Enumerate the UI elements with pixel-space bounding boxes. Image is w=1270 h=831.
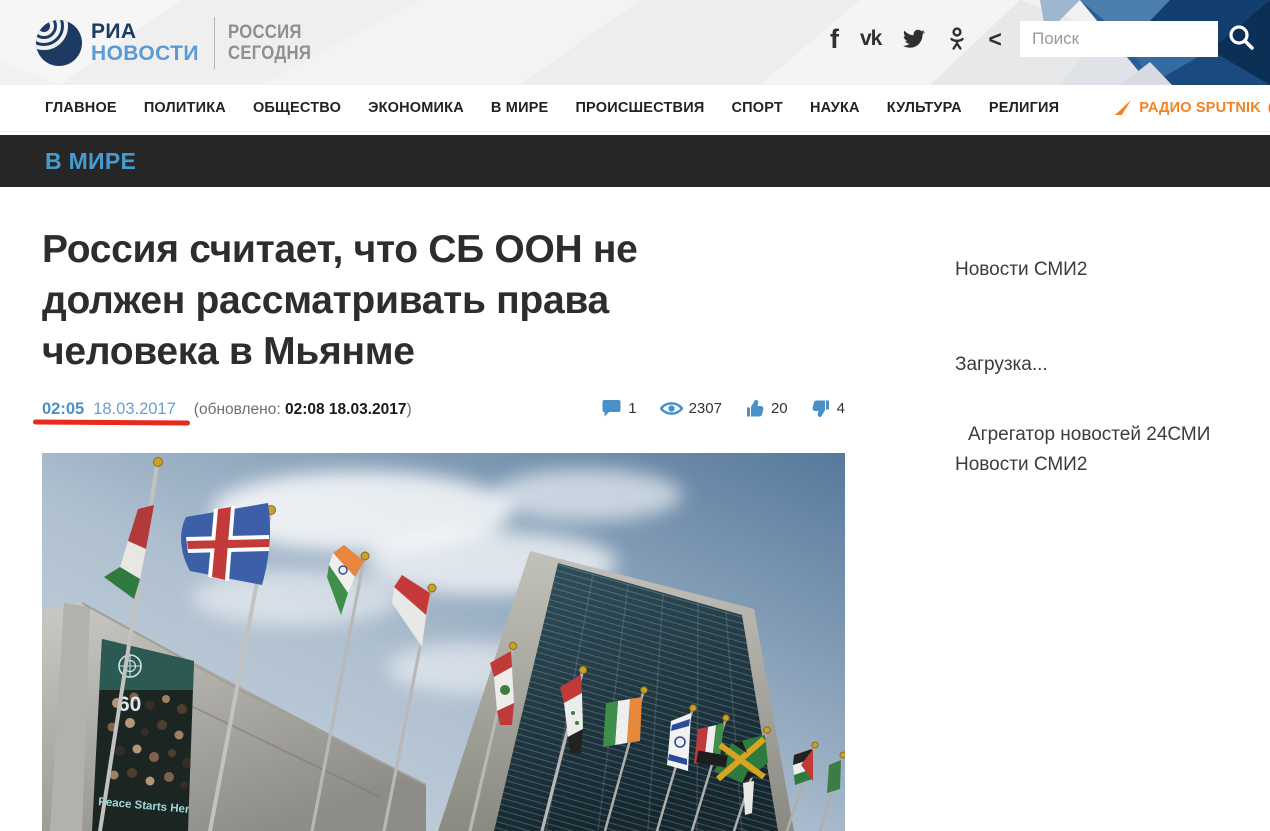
logo-novosti: НОВОСТИ	[91, 42, 199, 65]
dislikes-count: 4	[836, 400, 845, 417]
comments-count: 1	[628, 400, 637, 417]
flag-jordan	[793, 749, 813, 785]
title-line-1: Россия считает, что СБ ООН не	[42, 228, 638, 271]
thumb-up-icon	[746, 400, 764, 417]
logo-wordmark: РИА НОВОСТИ	[91, 21, 199, 65]
aggregator-24smi: Агрегатор новостей 24СМИ	[968, 424, 1210, 446]
smi2-widget-title: Новости СМИ2	[955, 259, 1087, 281]
logo-ria: РИА	[91, 20, 137, 43]
nav-item-religiya[interactable]: РЕЛИГИЯ	[989, 100, 1059, 116]
ria-globe-icon	[36, 20, 82, 66]
flag-ivory-coast	[603, 697, 642, 747]
eye-icon	[659, 402, 683, 415]
nav-item-radio-sputnik[interactable]: РАДИО SPUTNIK	[1114, 98, 1270, 118]
social-links: f vk <	[830, 22, 1002, 56]
vk-icon[interactable]: vk	[860, 27, 882, 51]
nav-item-v-mire[interactable]: В МИРЕ	[491, 100, 549, 116]
dislikes-stat[interactable]: 4	[811, 399, 845, 418]
radio-sputnik-label: РАДИО SPUTNIK	[1139, 100, 1261, 116]
page: РИА НОВОСТИ РОССИЯ СЕГОДНЯ f vk < Поиск …	[0, 0, 1270, 831]
logo-segodnya: СЕГОДНЯ	[227, 43, 311, 64]
nav-item-glavnoe[interactable]: ГЛАВНОЕ	[45, 100, 117, 116]
radio-flag-icon	[1115, 100, 1132, 115]
logo-agency: РОССИЯ СЕГОДНЯ	[228, 22, 311, 64]
nav-item-proisshestviya[interactable]: ПРОИСШЕСТВИЯ	[575, 100, 704, 116]
un-flags-photo: 60 Peace Starts Here	[42, 453, 845, 831]
logo-rossiya: РОССИЯ	[227, 22, 302, 43]
title-line-2: должен рассматривать права	[42, 279, 609, 322]
site-logo[interactable]: РИА НОВОСТИ РОССИЯ СЕГОДНЯ	[35, 17, 322, 69]
comments-stat[interactable]: 1	[602, 399, 637, 418]
title-line-3: человека в Мьянме	[42, 330, 415, 373]
updated-prefix: (обновлено:	[193, 401, 285, 418]
search-input[interactable]	[1020, 21, 1218, 57]
annotation-underline	[32, 419, 191, 426]
publish-time: 02:05	[42, 400, 85, 418]
twitter-icon[interactable]	[902, 29, 926, 49]
article-photo: 60 Peace Starts Here	[42, 453, 845, 831]
main-nav: ГЛАВНОЕ ПОЛИТИКА ОБЩЕСТВО ЭКОНОМИКА В МИ…	[0, 85, 1270, 132]
nav-item-sport[interactable]: СПОРТ	[731, 100, 783, 116]
views-stat: 2307	[659, 400, 722, 417]
views-count: 2307	[688, 400, 722, 417]
nav-item-obshchestvo[interactable]: ОБЩЕСТВО	[253, 100, 341, 116]
article-meta: 02:05 18.03.2017 (обновлено: 02:08 18.03.2…	[42, 400, 412, 419]
comment-icon	[602, 400, 621, 417]
article-title: Россия считает, что СБ ООН не должен рас…	[42, 224, 638, 377]
search-button[interactable]	[1222, 21, 1260, 57]
logo-divider	[213, 17, 215, 69]
smi2-widget2-title: Новости СМИ2	[955, 454, 1087, 476]
updated-value: 02:08 18.03.2017	[284, 401, 407, 418]
search-box	[1020, 21, 1218, 57]
section-title[interactable]: В МИРЕ	[45, 148, 136, 175]
updated-suffix: )	[406, 401, 412, 418]
article-stats: 1 2307 20 4	[602, 399, 845, 418]
more-social-chevron-icon[interactable]: <	[988, 26, 1001, 53]
likes-stat[interactable]: 20	[745, 399, 788, 418]
nav-item-politika[interactable]: ПОЛИТИКА	[144, 100, 226, 116]
facebook-icon[interactable]: f	[830, 24, 839, 54]
nav-item-ekonomika[interactable]: ЭКОНОМИКА	[368, 100, 464, 116]
nav-item-nauka[interactable]: НАУКА	[810, 100, 860, 116]
smi2-widget-link[interactable]: Новости СМИ2	[955, 259, 1087, 280]
aggregator-24smi-link[interactable]: Агрегатор новостей 24СМИ	[968, 424, 1210, 445]
smi2-widget2-link[interactable]: Новости СМИ2	[955, 454, 1087, 475]
search-icon	[1229, 24, 1254, 50]
loading-text: Загрузка...	[955, 354, 1048, 375]
section-bar: В МИРЕ	[0, 135, 1270, 187]
likes-count: 20	[770, 400, 788, 417]
thumb-down-icon	[812, 400, 829, 417]
site-header: РИА НОВОСТИ РОССИЯ СЕГОДНЯ f vk < Поиск	[0, 0, 1270, 85]
un-emblem	[118, 654, 142, 678]
nav-item-kultura[interactable]: КУЛЬТУРА	[887, 100, 962, 116]
odnoklassniki-icon[interactable]	[947, 27, 967, 51]
publish-date: 18.03.2017	[93, 400, 176, 418]
